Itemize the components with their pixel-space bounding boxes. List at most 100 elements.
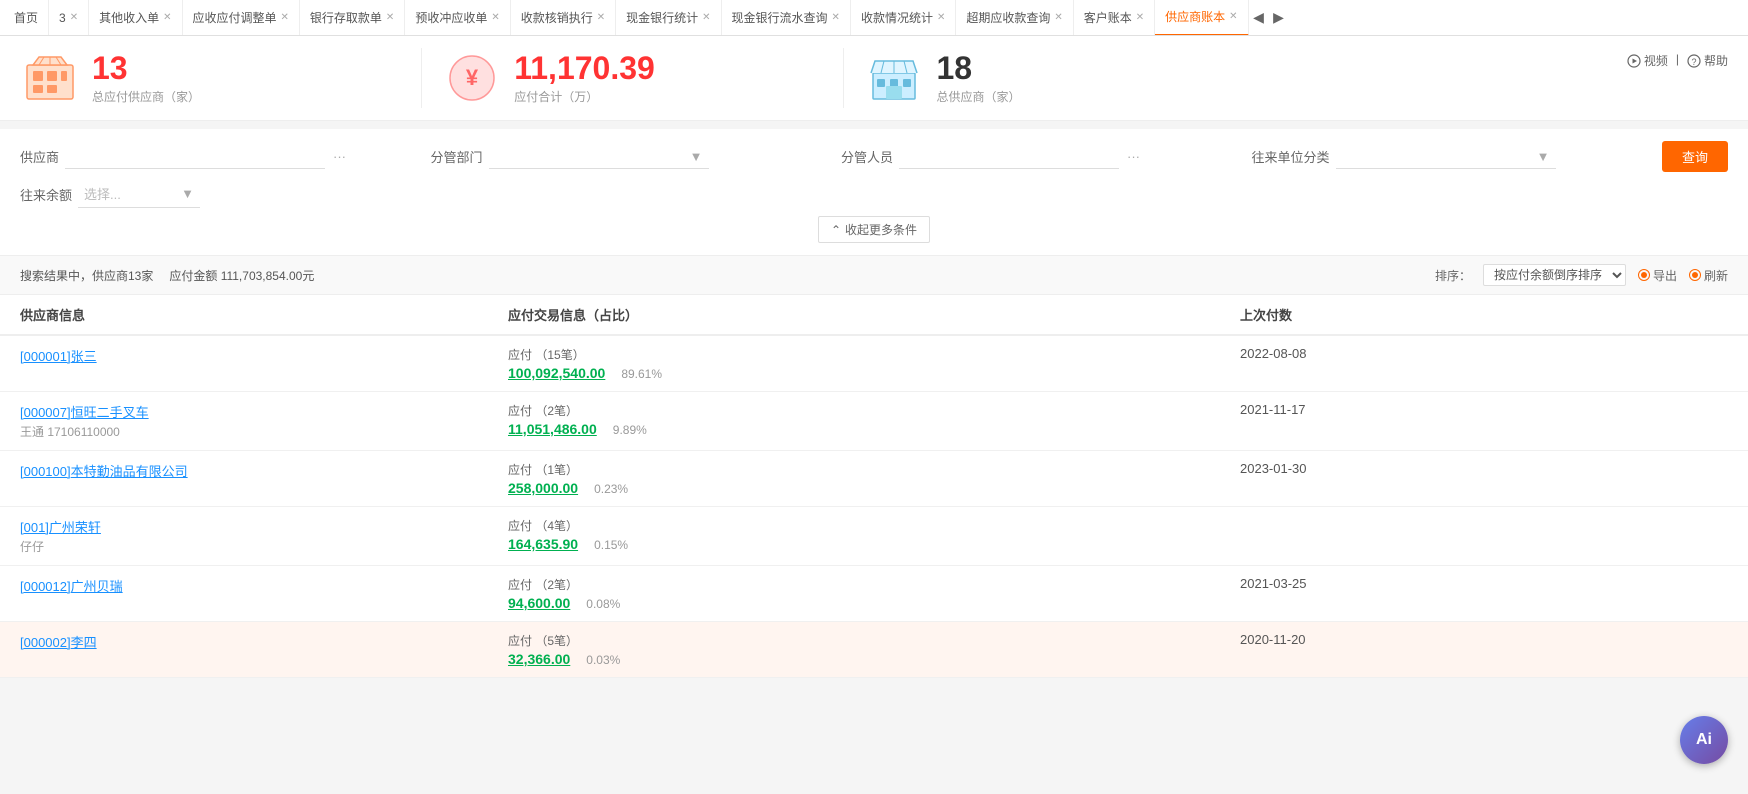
stat-card-total-suppliers: 18 总供应商（家） [864,48,1245,108]
nav-close-collect-stat[interactable]: ✕ [937,12,945,23]
supplier-link-4[interactable]: [000012]广州贝瑞 [20,579,123,594]
supplier-expand-icon[interactable]: ··· [333,149,346,164]
nav-close-other-income[interactable]: ✕ [163,12,171,23]
stat-label-payable-total: 应付合计（万） [514,88,655,105]
balance-dropdown[interactable]: 选择... ▼ [78,180,200,208]
ai-button[interactable]: Ai [1680,716,1728,764]
tx-count-3: （4笔） [535,519,578,533]
nav-label-bank: 银行存取款单 [310,9,382,26]
nav-close-supplier-book[interactable]: ✕ [1229,11,1237,22]
supplier-input[interactable] [65,145,325,169]
nav-close-cash-flow[interactable]: ✕ [832,12,840,23]
nav-item-cash-stat[interactable]: 现金银行统计 ✕ [616,0,721,36]
stat-info-payable-suppliers: 13 总应付供应商（家） [92,52,200,105]
nav-item-home[interactable]: 首页 [4,0,49,36]
tx-percent-2: 0.23% [594,482,628,496]
person-expand-icon[interactable]: ··· [1127,149,1140,164]
refresh-button[interactable]: 刷新 [1689,267,1728,284]
nav-item-bank[interactable]: 银行存取款单 ✕ [300,0,405,36]
svg-text:¥: ¥ [466,65,479,90]
table-row: [000002]李四 应付 （5笔） 32,366.00 0.03% 2020-… [0,622,1748,678]
stat-divider-1 [421,48,422,108]
supplier-link-2[interactable]: [000100]本特勤油品有限公司 [20,464,188,479]
tx-count-5: （5笔） [535,634,578,648]
tx-label-1: 应付 [508,404,532,418]
nav-item-overdue[interactable]: 超期应收款查询 ✕ [956,0,1073,36]
nav-close-bank[interactable]: ✕ [386,12,394,23]
tx-label-3: 应付 [508,519,532,533]
supplier-info-4: [000012]广州贝瑞 [20,576,508,595]
ai-label: Ai [1696,731,1712,749]
nav-item-collection[interactable]: 收款核销执行 ✕ [511,0,616,36]
nav-close-collection[interactable]: ✕ [597,12,605,23]
tx-amount-3[interactable]: 164,635.90 [508,536,578,552]
stat-number-payable-total: 11,170.39 [514,52,655,84]
dept-dropdown-arrow: ▼ [690,149,703,164]
supplier-link-1[interactable]: [000007]恒旺二手叉车 [20,405,149,420]
help-link[interactable]: 帮助 [1704,52,1728,69]
supplier-sub-1: 王通 17106110000 [20,423,508,440]
nav-item-3[interactable]: 3 ✕ [49,0,89,36]
search-button[interactable]: 查询 [1662,141,1728,172]
last-pay-0: 2022-08-08 [1240,346,1728,361]
export-button[interactable]: 导出 [1638,267,1677,284]
last-pay-2: 2023-01-30 [1240,461,1728,476]
tx-amount-4[interactable]: 94,600.00 [508,595,570,611]
nav-close-adjust[interactable]: ✕ [281,12,289,23]
nav-item-adjust[interactable]: 应收应付调整单 ✕ [183,0,300,36]
nav-close-overdue[interactable]: ✕ [1054,12,1062,23]
nav-item-other-income[interactable]: 其他收入单 ✕ [89,0,182,36]
collapse-up-icon: ⌃ [831,223,841,237]
nav-close-customer-book[interactable]: ✕ [1136,12,1144,23]
nav-next-arrow[interactable]: ▶ [1269,0,1289,36]
filter-person: 分管人员 ··· [841,145,1232,169]
nav-label-prepay: 预收冲应收单 [415,9,487,26]
tx-amount-5[interactable]: 32,366.00 [508,651,570,667]
nav-item-supplier-book[interactable]: 供应商账本 ✕ [1155,0,1248,36]
tx-amount-1[interactable]: 11,051,486.00 [508,421,597,437]
nav-label-collection: 收款核销执行 [521,9,593,26]
stat-info-total-suppliers: 18 总供应商（家） [936,52,1020,105]
tx-amount-2[interactable]: 258,000.00 [508,480,578,496]
collapse-button[interactable]: ⌃ 收起更多条件 [818,216,930,243]
supplier-link-0[interactable]: [000001]张三 [20,349,97,364]
supplier-link-3[interactable]: [001]广州荣轩 [20,520,101,535]
top-right-links: 视频 | ? 帮助 [1627,48,1728,69]
money-icon: ¥ [442,48,502,108]
nav-label-supplier-book: 供应商账本 [1165,8,1225,25]
tx-count-1: （2笔） [535,404,578,418]
nav-close-cash-stat[interactable]: ✕ [702,12,710,23]
supplier-code-5: [000002] [20,635,71,650]
nav-item-prepay[interactable]: 预收冲应收单 ✕ [405,0,510,36]
supplier-sub-3: 仔仔 [20,538,508,555]
supplier-code-0: [000001] [20,349,71,364]
nav-item-cash-flow[interactable]: 现金银行流水查询 ✕ [722,0,851,36]
tx-amount-0[interactable]: 100,092,540.00 [508,365,605,381]
collapse-label: 收起更多条件 [845,221,917,238]
filter-supplier-label: 供应商 [20,147,59,166]
nav-close-prepay[interactable]: ✕ [491,12,499,23]
table-row: [000012]广州贝瑞 应付 （2笔） 94,600.00 0.08% 202… [0,566,1748,622]
video-link[interactable]: 视频 [1644,52,1668,69]
nav-prev-arrow[interactable]: ◀ [1249,0,1269,36]
person-input[interactable] [899,145,1119,169]
nav-item-collect-stat[interactable]: 收款情况统计 ✕ [851,0,956,36]
video-icon: 视频 [1627,52,1668,69]
nav-close-3[interactable]: ✕ [70,12,78,23]
svg-text:?: ? [1692,57,1697,67]
supplier-link-5[interactable]: [000002]李四 [20,635,97,650]
supplier-name-5: 李四 [71,635,97,650]
tx-label-5: 应付 [508,634,532,648]
supplier-code-4: [000012] [20,579,71,594]
sort-select[interactable]: 按应付余额倒序排序 [1483,264,1626,286]
category-dropdown-arrow: ▼ [1537,149,1550,164]
nav-bar: 首页 3 ✕ 其他收入单 ✕ 应收应付调整单 ✕ 银行存取款单 ✕ 预收冲应收单… [0,0,1748,36]
filter-dept: 分管部门 ▼ [431,145,822,169]
last-pay-1: 2021-11-17 [1240,402,1728,417]
nav-item-customer-book[interactable]: 客户账本 ✕ [1074,0,1155,36]
category-dropdown[interactable]: ▼ [1336,145,1556,169]
dept-dropdown[interactable]: ▼ [489,145,709,169]
tx-percent-4: 0.08% [586,597,620,611]
tx-info-4: 应付 （2笔） 94,600.00 0.08% [508,576,1240,611]
balance-placeholder: 选择... [84,184,121,203]
